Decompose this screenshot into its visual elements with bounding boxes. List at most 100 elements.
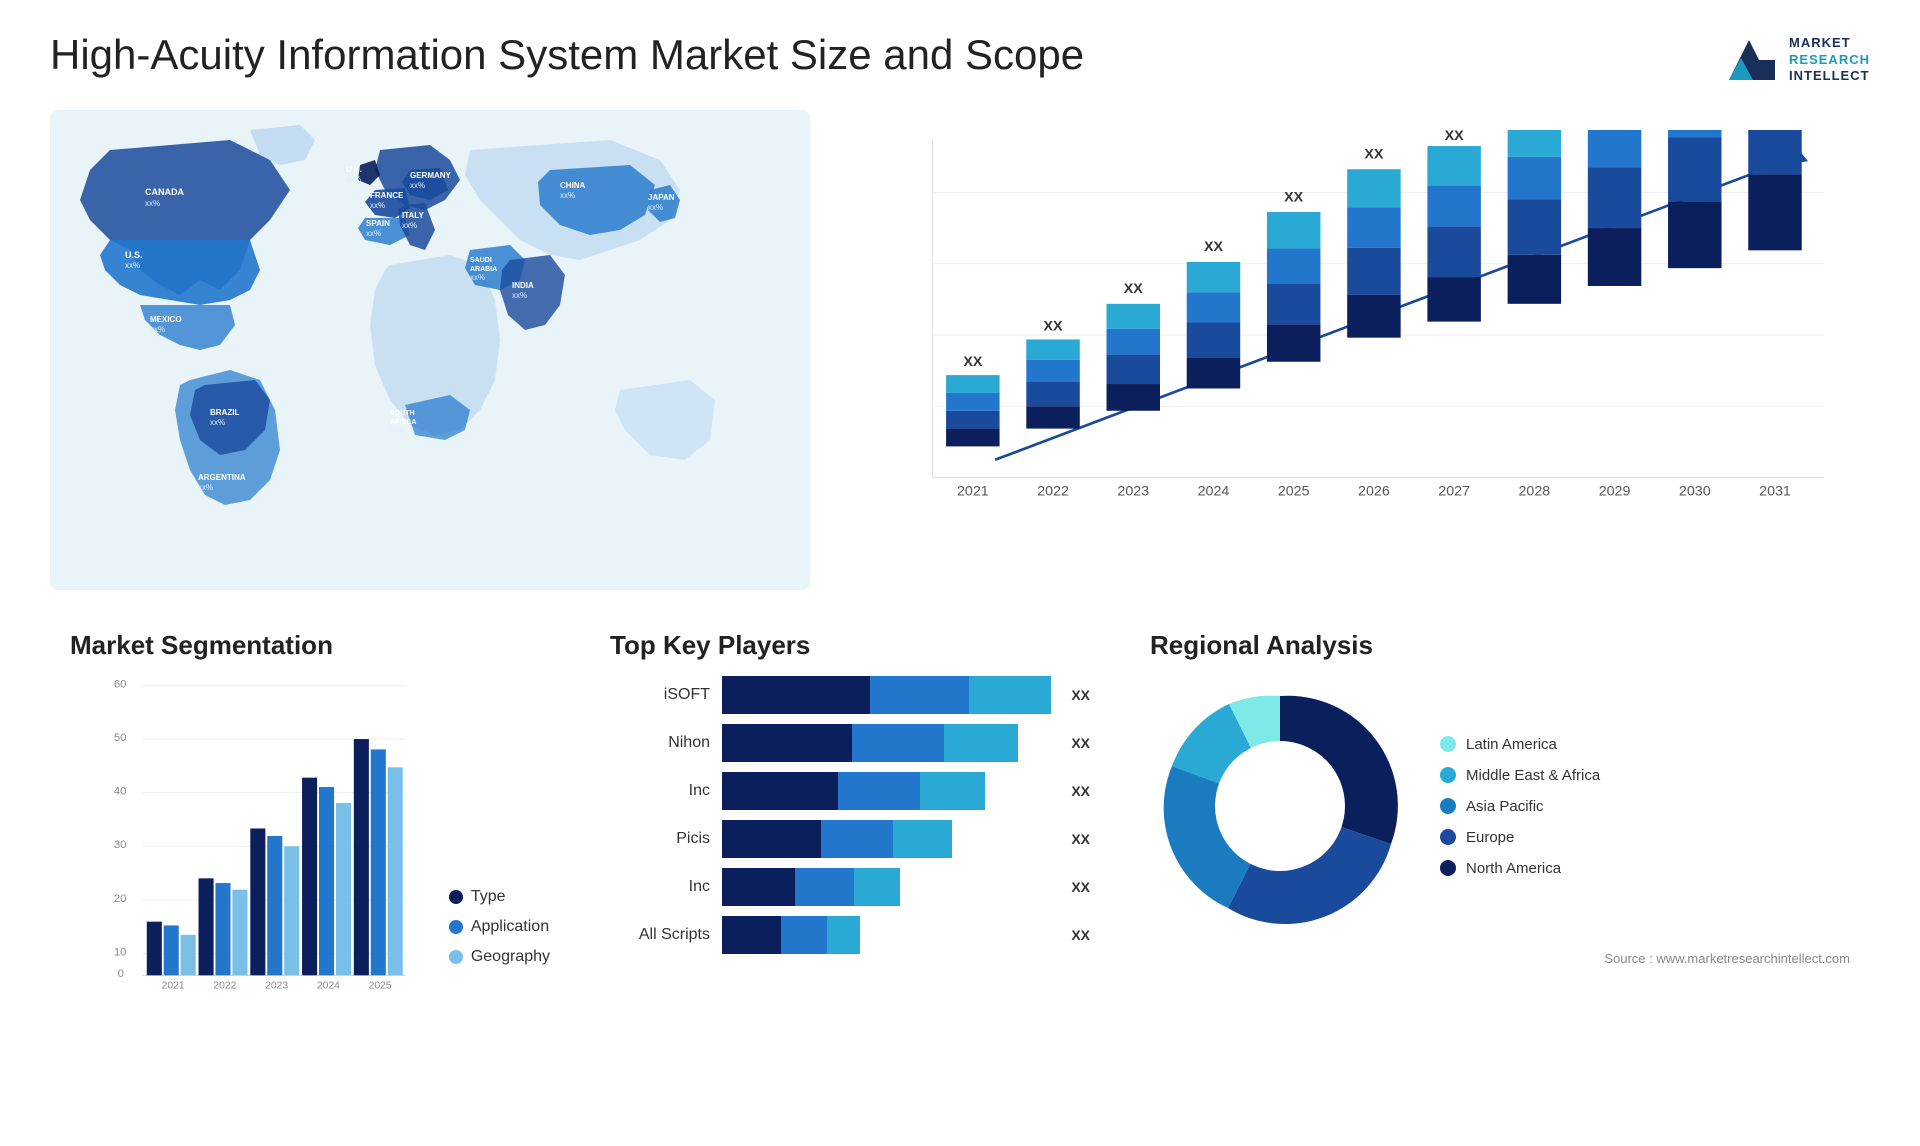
bar-2026: XX 2026 [1347,147,1400,500]
seg-chart-wrapper: 60 50 40 30 20 10 0 [70,676,419,996]
map-container: CANADA xx% U.S. xx% MEXICO xx% BRAZIL xx… [50,110,810,590]
svg-text:2024: 2024 [317,980,340,991]
player-value-inc1: XX [1071,783,1090,799]
player-value-picis: XX [1071,831,1090,847]
svg-text:2022: 2022 [1037,483,1069,499]
bar-2029: XX 2029 [1588,130,1641,499]
svg-text:xx%: xx% [150,325,165,334]
svg-text:XX: XX [1284,189,1304,205]
player-bar-inc2 [722,868,1051,906]
svg-text:XX: XX [1044,319,1064,335]
svg-text:XX: XX [1204,239,1224,255]
legend-me-label: Middle East & Africa [1466,767,1600,784]
svg-text:XX: XX [1364,147,1384,163]
svg-text:2025: 2025 [1278,483,1310,499]
bar-2022: XX 2022 [1026,319,1079,500]
player-value-allscripts: XX [1071,927,1090,943]
svg-text:xx%: xx% [198,483,213,492]
bar-2025: XX 2025 [1267,189,1320,499]
legend-type-label: Type [471,888,506,906]
regional-container: Regional Analysis [1130,620,1870,1110]
svg-text:U.K.: U.K. [346,165,362,174]
legend-na-dot [1440,860,1456,876]
svg-text:30: 30 [114,839,127,851]
svg-text:xx%: xx% [370,201,385,210]
player-bar-allscripts [722,916,1051,954]
player-row-inc2: Inc XX [610,868,1090,906]
svg-text:60: 60 [114,678,127,690]
seg-legend: Type Application Geography [449,888,550,996]
player-name-picis: Picis [610,830,710,848]
svg-text:U.S.: U.S. [125,250,143,260]
svg-text:xx%: xx% [560,191,575,200]
source-text: Source : www.marketresearchintellect.com [1150,951,1850,966]
logo-container: MARKET RESEARCH INTELLECT [1719,30,1870,90]
svg-text:xx%: xx% [512,291,527,300]
player-row-picis: Picis XX [610,820,1090,858]
seg-bars-svg: 60 50 40 30 20 10 0 [110,676,419,996]
legend-latin-label: Latin America [1466,736,1557,753]
legend-ap-dot [1440,798,1456,814]
legend-app-label: Application [471,918,549,936]
top-section: CANADA xx% U.S. xx% MEXICO xx% BRAZIL xx… [50,110,1870,590]
bar-2031: XX 2031 [1748,130,1801,499]
bar-2024: XX 2024 [1187,239,1240,499]
bar-2027: XX 2027 [1427,130,1480,499]
player-bar-inc1 [722,772,1051,810]
svg-text:xx%: xx% [346,175,361,184]
svg-text:ITALY: ITALY [402,211,424,220]
legend-latin-america: Latin America [1440,736,1600,753]
donut-chart [1150,676,1410,936]
player-row-allscripts: All Scripts XX [610,916,1090,954]
svg-text:xx%: xx% [210,418,225,427]
svg-text:2029: 2029 [1599,483,1631,499]
svg-text:CHINA: CHINA [560,181,586,190]
svg-text:GERMANY: GERMANY [410,171,452,180]
svg-text:CANADA: CANADA [145,187,184,197]
svg-text:2031: 2031 [1759,483,1791,499]
legend-eu-label: Europe [1466,829,1514,846]
svg-text:SOUTH: SOUTH [390,410,415,417]
svg-text:2030: 2030 [1679,483,1711,499]
legend-eu-dot [1440,829,1456,845]
player-bar-picis [722,820,1051,858]
svg-text:ARABIA: ARABIA [470,266,497,273]
svg-text:FRANCE: FRANCE [370,191,404,200]
player-name-allscripts: All Scripts [610,926,710,944]
legend-geography: Geography [449,948,550,966]
player-row-isoft: iSOFT XX [610,676,1090,714]
legend-type: Type [449,888,550,906]
regional-legend: Latin America Middle East & Africa Asia … [1440,736,1600,877]
svg-text:2028: 2028 [1518,483,1550,499]
player-name-nihon: Nihon [610,734,710,752]
svg-text:BRAZIL: BRAZIL [210,408,239,417]
player-name-inc2: Inc [610,878,710,896]
legend-middle-east: Middle East & Africa [1440,767,1600,784]
svg-text:SAUDI: SAUDI [470,257,492,264]
legend-latin-dot [1440,736,1456,752]
svg-text:INDIA: INDIA [512,281,534,290]
svg-text:50: 50 [114,732,127,744]
seg-chart-area: 60 50 40 30 20 10 0 [70,676,550,996]
legend-application: Application [449,918,550,936]
svg-text:2026: 2026 [1358,483,1390,499]
page-title: High-Acuity Information System Market Si… [50,30,1084,80]
bottom-section: Market Segmentation 60 50 40 30 20 10 0 [50,620,1870,1110]
bar-chart: XX 2021 XX 2022 XX [890,130,1840,540]
donut-area: Latin America Middle East & Africa Asia … [1150,676,1850,936]
svg-text:JAPAN: JAPAN [648,193,675,202]
svg-text:SPAIN: SPAIN [366,219,390,228]
svg-text:XX: XX [963,354,983,370]
legend-ap-label: Asia Pacific [1466,798,1544,815]
legend-type-dot [449,890,463,904]
bar-2030: XX 2030 [1668,130,1721,499]
segmentation-title: Market Segmentation [70,630,550,661]
legend-asia-pacific: Asia Pacific [1440,798,1600,815]
svg-text:2022: 2022 [213,980,236,991]
header: High-Acuity Information System Market Si… [50,30,1870,90]
segmentation-container: Market Segmentation 60 50 40 30 20 10 0 [50,620,570,1110]
svg-text:2024: 2024 [1198,483,1230,499]
svg-text:xx%: xx% [410,181,425,190]
svg-text:AFRICA: AFRICA [390,419,416,426]
svg-text:MEXICO: MEXICO [150,315,182,324]
